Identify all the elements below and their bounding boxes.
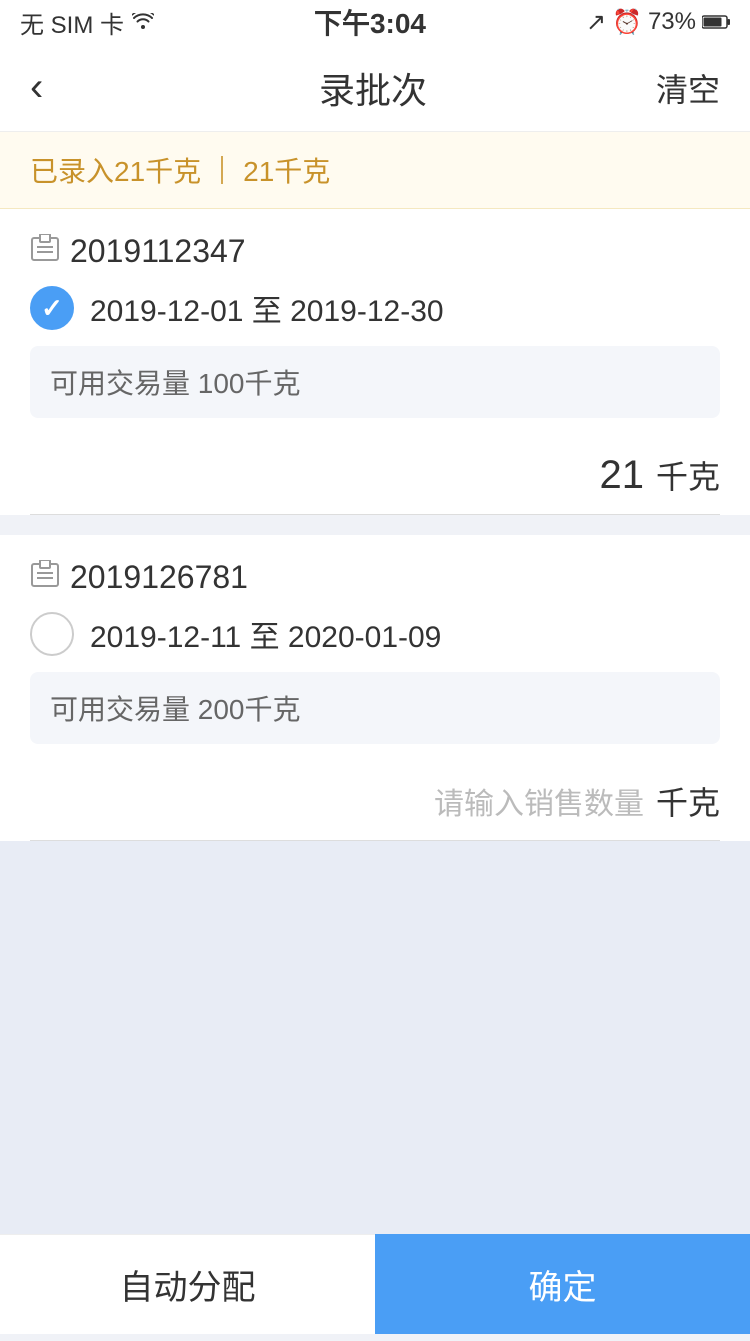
quantity-row-0: 21 千克: [0, 442, 750, 514]
confirm-button[interactable]: 确定: [375, 1234, 750, 1334]
alarm-icon: ⏰: [612, 8, 642, 37]
nav-bar: ‹ 录批次 清空: [0, 44, 750, 132]
sim-status: 无 SIM 卡: [20, 5, 124, 40]
date-row-1[interactable]: 2019-12-11 至 2020-01-09: [30, 612, 720, 656]
banner-divider: [221, 156, 223, 184]
battery-percent: 73%: [648, 8, 696, 36]
batch-id-text-0: 2019112347: [70, 233, 246, 270]
info-banner: 已录入21千克 21千克: [0, 132, 750, 209]
status-time: 下午3:04: [314, 2, 426, 42]
total-label: 21千克: [243, 150, 330, 190]
date-row-0[interactable]: 2019-12-01 至 2019-12-30: [30, 286, 720, 330]
section-gap: [0, 515, 750, 535]
quantity-unit-0: 千克: [656, 452, 720, 498]
volume-box-1: 可用交易量 200千克: [30, 672, 720, 744]
radio-0[interactable]: [30, 286, 74, 330]
recorded-label: 已录入21千克: [30, 150, 201, 190]
radio-1[interactable]: [30, 612, 74, 656]
status-left: 无 SIM 卡: [20, 5, 154, 40]
page-title: 录批次: [319, 62, 427, 114]
volume-box-0: 可用交易量 100千克: [30, 346, 720, 418]
batch-icon-0: [30, 234, 60, 270]
location-icon: ↗: [586, 8, 606, 37]
date-text-0: 2019-12-01 至 2019-12-30: [90, 286, 444, 330]
battery-icon: [702, 8, 730, 36]
quantity-unit-1: 千克: [656, 778, 720, 824]
batch-id-text-1: 2019126781: [70, 559, 248, 596]
item-card-1: 2019126781 2019-12-11 至 2020-01-09 可用交易量…: [0, 535, 750, 841]
quantity-row-1[interactable]: 请输入销售数量 千克: [0, 768, 750, 840]
quantity-placeholder-1[interactable]: 请输入销售数量: [434, 779, 644, 823]
auto-distribute-button[interactable]: 自动分配: [0, 1234, 375, 1334]
item-card-0: 2019112347 2019-12-01 至 2019-12-30 可用交易量…: [0, 209, 750, 515]
date-text-1: 2019-12-11 至 2020-01-09: [90, 612, 441, 656]
clear-button[interactable]: 清空: [656, 65, 720, 111]
status-bar: 无 SIM 卡 下午3:04 ↗ ⏰ 73%: [0, 0, 750, 44]
bottom-bar: 自动分配 确定: [0, 1234, 750, 1334]
batch-id-0: 2019112347: [30, 233, 720, 270]
status-right: ↗ ⏰ 73%: [586, 8, 730, 37]
wifi-icon: [132, 8, 154, 36]
quantity-value-0: 21: [599, 453, 644, 498]
batch-id-1: 2019126781: [30, 559, 720, 596]
batch-icon-1: [30, 560, 60, 596]
empty-area: [0, 841, 750, 1241]
back-button[interactable]: ‹: [30, 65, 90, 110]
